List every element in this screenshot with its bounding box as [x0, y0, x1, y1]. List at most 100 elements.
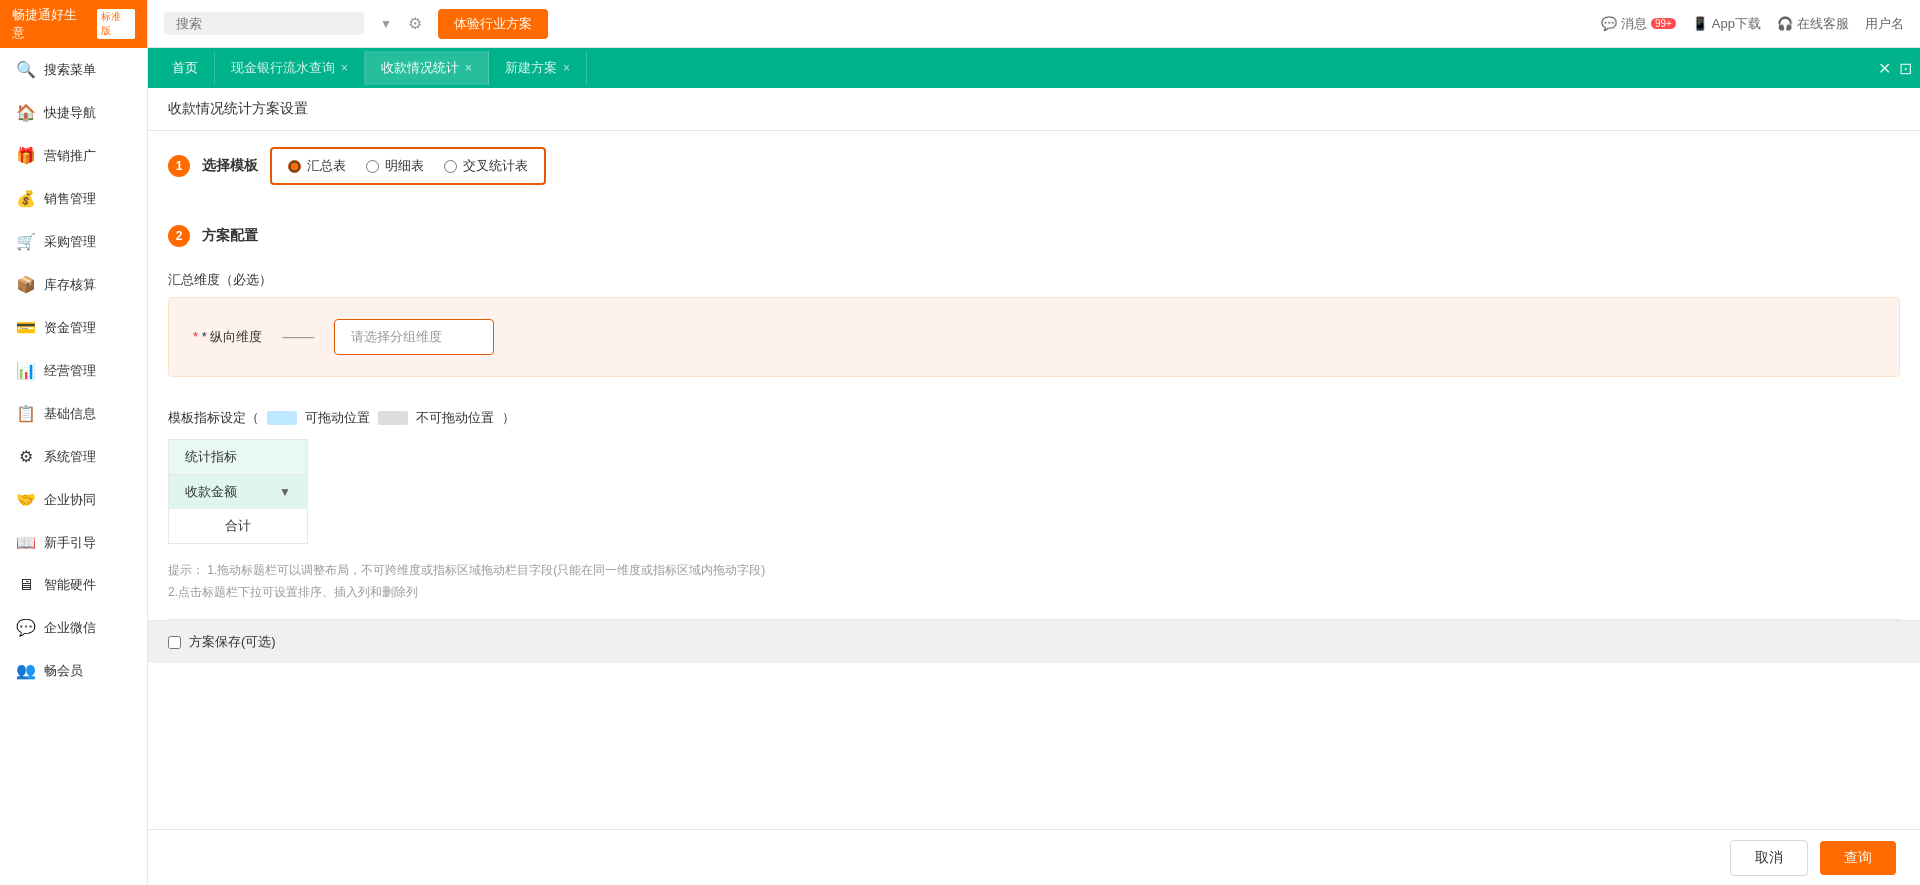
- metrics-config: 模板指标设定（ 可拖动位置 不可拖动位置 ） 统计指标: [148, 409, 1920, 560]
- stats-total-row: 合计: [169, 509, 307, 543]
- query-button[interactable]: 查询: [1820, 841, 1896, 875]
- sidebar-item-guide[interactable]: 📖 新手引导: [0, 521, 147, 564]
- online-service-button[interactable]: 🎧 在线客服: [1777, 15, 1849, 33]
- tab-new-plan[interactable]: 新建方案 ×: [489, 51, 587, 85]
- sidebar-item-label: 系统管理: [44, 448, 96, 466]
- tab-bank-query[interactable]: 现金银行流水查询 ×: [215, 51, 365, 85]
- radio-summary-input[interactable]: [288, 160, 301, 173]
- radio-cross[interactable]: 交叉统计表: [444, 157, 528, 175]
- sidebar-item-cooperation[interactable]: 🤝 企业协同: [0, 478, 147, 521]
- content-inner: 收款情况统计方案设置 1 选择模板 汇总表: [148, 88, 1920, 829]
- chart-icon: 📊: [16, 361, 36, 380]
- sidebar-item-label: 营销推广: [44, 147, 96, 165]
- card-icon: 💳: [16, 318, 36, 337]
- dimension-config: 汇总维度（必选） * * 纵向维度 —— 请选择分组维度: [148, 271, 1920, 409]
- sidebar-item-label: 销售管理: [44, 190, 96, 208]
- dimension-arrow: ——: [282, 328, 314, 346]
- step2-header: 2 方案配置: [168, 225, 1900, 247]
- nodrag-hint-label: 不可拖动位置: [416, 409, 494, 427]
- sidebar-item-sales[interactable]: 💰 销售管理: [0, 177, 147, 220]
- members-icon: 👥: [16, 661, 36, 680]
- sidebar-item-finance[interactable]: 💳 资金管理: [0, 306, 147, 349]
- save-checkbox[interactable]: [168, 636, 181, 649]
- chat-icon: 💬: [16, 618, 36, 637]
- sidebar-item-inventory[interactable]: 📦 库存核算: [0, 263, 147, 306]
- settings-icon[interactable]: ⚙: [408, 14, 422, 33]
- tabbar-actions: ✕ ⊡: [1878, 59, 1912, 78]
- content-area: 收款情况统计方案设置 1 选择模板 汇总表: [148, 88, 1920, 829]
- tips-line2: 2.点击标题栏下拉可设置排序、插入列和删除列: [168, 582, 1900, 604]
- dimension-area: * * 纵向维度 —— 请选择分组维度: [168, 297, 1900, 377]
- sidebar-item-weixin[interactable]: 💬 企业微信: [0, 606, 147, 649]
- sidebar-item-label: 库存核算: [44, 276, 96, 294]
- box-icon: 📦: [16, 275, 36, 294]
- stats-column-dropdown-icon[interactable]: ▼: [279, 485, 291, 499]
- sidebar-item-quick-nav[interactable]: 🏠 快捷导航: [0, 91, 147, 134]
- search-input[interactable]: [164, 12, 364, 35]
- sidebar-item-marketing[interactable]: 🎁 营销推广: [0, 134, 147, 177]
- metrics-header: 模板指标设定（ 可拖动位置 不可拖动位置 ）: [168, 409, 1900, 427]
- radio-detail-label: 明细表: [385, 157, 424, 175]
- page-header: 收款情况统计方案设置: [148, 88, 1920, 131]
- sidebar-item-label: 经营管理: [44, 362, 96, 380]
- sidebar-item-label: 搜索菜单: [44, 61, 96, 79]
- cart-icon: 🛒: [16, 232, 36, 251]
- sidebar-item-system[interactable]: ⚙ 系统管理: [0, 435, 147, 478]
- tab-home[interactable]: 首页: [156, 51, 215, 85]
- footer-save-section: 方案保存(可选): [148, 620, 1920, 663]
- save-label: 方案保存(可选): [189, 633, 276, 651]
- download-label: App下载: [1712, 15, 1761, 33]
- close-window-icon[interactable]: ✕: [1878, 59, 1891, 78]
- topbar-right: 💬 消息 99+ 📱 App下载 🎧 在线客服 用户名: [1601, 15, 1904, 33]
- tab-new-plan-label: 新建方案: [505, 59, 557, 77]
- metrics-title-close: ）: [502, 409, 515, 427]
- message-badge: 99+: [1651, 18, 1676, 29]
- sidebar-item-operation[interactable]: 📊 经营管理: [0, 349, 147, 392]
- sidebar-item-hardware[interactable]: 🖥 智能硬件: [0, 564, 147, 606]
- page-title: 收款情况统计方案设置: [168, 100, 308, 116]
- radio-summary[interactable]: 汇总表: [288, 157, 346, 175]
- tab-receipt-stats-label: 收款情况统计: [381, 59, 459, 77]
- tabbar: 首页 现金银行流水查询 × 收款情况统计 × 新建方案 × ✕ ⊡: [148, 48, 1920, 88]
- logo: 畅捷通好生意 标准版: [0, 0, 147, 48]
- gear-icon: ⚙: [16, 447, 36, 466]
- tab-bank-query-label: 现金银行流水查询: [231, 59, 335, 77]
- sidebar-item-label: 企业微信: [44, 619, 96, 637]
- download-icon: 📱: [1692, 16, 1708, 31]
- app-download-button[interactable]: 📱 App下载: [1692, 15, 1761, 33]
- gift-icon: 🎁: [16, 146, 36, 165]
- book-icon: 📖: [16, 533, 36, 552]
- sidebar-item-label: 采购管理: [44, 233, 96, 251]
- expand-icon[interactable]: ⊡: [1899, 59, 1912, 78]
- action-bar: 取消 查询: [148, 829, 1920, 885]
- sidebar-item-label: 快捷导航: [44, 104, 96, 122]
- logo-text: 畅捷通好生意: [12, 6, 89, 42]
- sidebar-item-basic-info[interactable]: 📋 基础信息: [0, 392, 147, 435]
- sidebar-item-label: 基础信息: [44, 405, 96, 423]
- dropdown-arrow-icon[interactable]: ▼: [380, 17, 392, 31]
- message-button[interactable]: 💬 消息 99+: [1601, 15, 1676, 33]
- sidebar-item-label: 新手引导: [44, 534, 96, 552]
- step1-header: 1 选择模板 汇总表 明细表: [168, 147, 1900, 185]
- stats-group-label: 统计指标: [169, 440, 307, 474]
- sidebar: 畅捷通好生意 标准版 🔍 搜索菜单 🏠 快捷导航 🎁 营销推广 💰 销售管理 🛒…: [0, 0, 148, 885]
- tab-receipt-stats[interactable]: 收款情况统计 ×: [365, 51, 489, 85]
- radio-cross-input[interactable]: [444, 160, 457, 173]
- clipboard-icon: 📋: [16, 404, 36, 423]
- search-menu-icon: 🔍: [16, 60, 36, 79]
- stats-column-amount[interactable]: 收款金额 ▼: [169, 475, 307, 509]
- radio-detail-input[interactable]: [366, 160, 379, 173]
- dimension-select[interactable]: 请选择分组维度: [334, 319, 494, 355]
- vertical-dimension-label: * * 纵向维度: [193, 328, 262, 346]
- sidebar-item-search-menu[interactable]: 🔍 搜索菜单: [0, 48, 147, 91]
- industry-button[interactable]: 体验行业方案: [438, 9, 548, 39]
- tab-receipt-stats-close[interactable]: ×: [465, 61, 472, 75]
- step1-badge: 1: [168, 155, 190, 177]
- cancel-button[interactable]: 取消: [1730, 840, 1808, 876]
- radio-detail[interactable]: 明细表: [366, 157, 424, 175]
- main-area: ▼ ⚙ 体验行业方案 💬 消息 99+ 📱 App下载 🎧 在线客服 用户名 首…: [148, 0, 1920, 885]
- sidebar-item-purchase[interactable]: 🛒 采购管理: [0, 220, 147, 263]
- tab-new-plan-close[interactable]: ×: [563, 61, 570, 75]
- sidebar-item-member[interactable]: 👥 畅会员: [0, 649, 147, 692]
- tab-bank-query-close[interactable]: ×: [341, 61, 348, 75]
